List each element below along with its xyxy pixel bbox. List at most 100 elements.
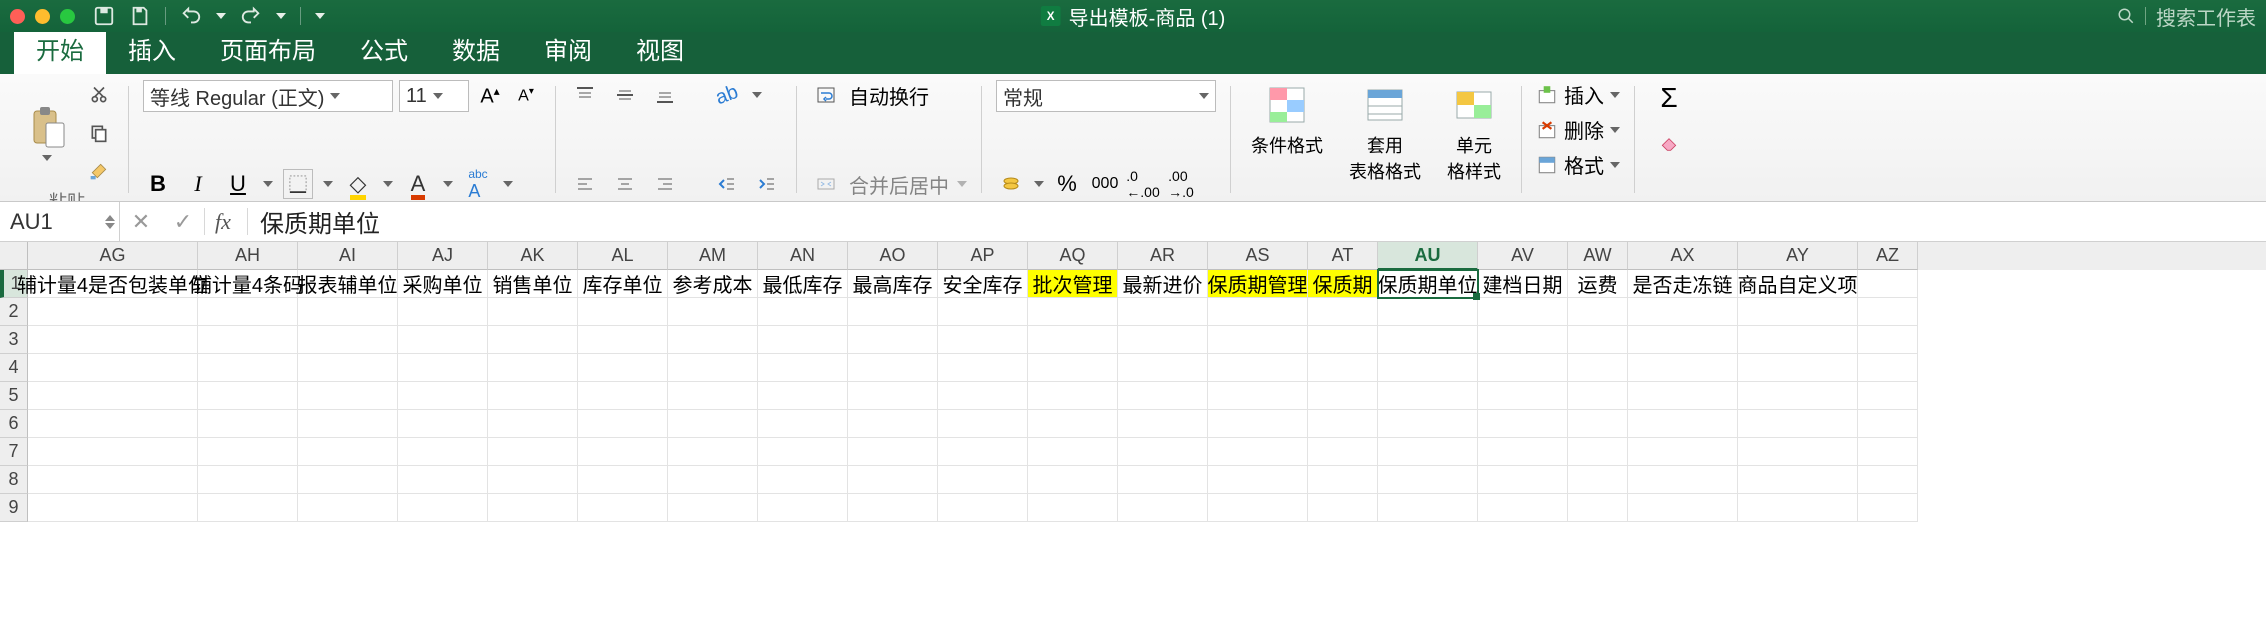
cell-AI7[interactable]	[298, 438, 398, 466]
cell-AG5[interactable]	[28, 382, 198, 410]
cell-AS7[interactable]	[1208, 438, 1308, 466]
col-header-AG[interactable]: AG	[28, 242, 198, 270]
cell-AU6[interactable]	[1378, 410, 1478, 438]
spreadsheet-grid[interactable]: AGAHAIAJAKALAMANAOAPAQARASATAUAVAWAXAYAZ…	[0, 242, 2266, 522]
cell-AW9[interactable]	[1568, 494, 1628, 522]
wrap-text-button[interactable]	[811, 80, 841, 110]
cut-button[interactable]	[84, 80, 114, 110]
cell-AG2[interactable]	[28, 298, 198, 326]
cell-AY4[interactable]	[1738, 354, 1858, 382]
cell-AO1[interactable]: 最高库存	[848, 270, 938, 298]
insert-function-button[interactable]: fx	[205, 202, 247, 241]
increase-font-button[interactable]: A▴	[475, 81, 505, 111]
increase-decimal-button[interactable]: .0←.00	[1128, 169, 1158, 199]
cell-AJ8[interactable]	[398, 466, 488, 494]
cell-AK9[interactable]	[488, 494, 578, 522]
cell-AU4[interactable]	[1378, 354, 1478, 382]
qat-customize-icon[interactable]	[315, 13, 325, 19]
cell-AR7[interactable]	[1118, 438, 1208, 466]
decrease-indent-button[interactable]	[712, 169, 742, 199]
cell-AY3[interactable]	[1738, 326, 1858, 354]
cell-AY2[interactable]	[1738, 298, 1858, 326]
cell-AO4[interactable]	[848, 354, 938, 382]
cell-AQ5[interactable]	[1028, 382, 1118, 410]
insert-cells-button[interactable]: 插入	[1536, 80, 1620, 109]
cell-AH3[interactable]	[198, 326, 298, 354]
cell-AX9[interactable]	[1628, 494, 1738, 522]
cell-AX3[interactable]	[1628, 326, 1738, 354]
row-header-6[interactable]: 6	[0, 410, 28, 438]
cell-AV6[interactable]	[1478, 410, 1568, 438]
cell-AV5[interactable]	[1478, 382, 1568, 410]
cell-AZ9[interactable]	[1858, 494, 1918, 522]
undo-dropdown-icon[interactable]	[216, 13, 226, 19]
format-cells-button[interactable]: 格式	[1536, 150, 1620, 179]
cell-AU9[interactable]	[1378, 494, 1478, 522]
cell-AZ2[interactable]	[1858, 298, 1918, 326]
cell-AQ8[interactable]	[1028, 466, 1118, 494]
cell-AN2[interactable]	[758, 298, 848, 326]
cell-AY9[interactable]	[1738, 494, 1858, 522]
col-header-AR[interactable]: AR	[1118, 242, 1208, 270]
cell-AQ1[interactable]: 批次管理	[1028, 270, 1118, 298]
cell-AT6[interactable]	[1308, 410, 1378, 438]
save-icon[interactable]	[129, 5, 151, 27]
cell-AU8[interactable]	[1378, 466, 1478, 494]
cell-AO9[interactable]	[848, 494, 938, 522]
col-header-AX[interactable]: AX	[1628, 242, 1738, 270]
cell-AT4[interactable]	[1308, 354, 1378, 382]
cell-AN7[interactable]	[758, 438, 848, 466]
cell-AI2[interactable]	[298, 298, 398, 326]
fill-color-button[interactable]: ◇	[343, 169, 373, 199]
cell-AR3[interactable]	[1118, 326, 1208, 354]
cell-AS4[interactable]	[1208, 354, 1308, 382]
align-right-button[interactable]	[650, 169, 680, 199]
orientation-dropdown-icon[interactable]	[752, 92, 762, 98]
format-painter-button[interactable]	[84, 156, 114, 186]
cell-AP9[interactable]	[938, 494, 1028, 522]
borders-button[interactable]	[283, 169, 313, 199]
cell-AV9[interactable]	[1478, 494, 1568, 522]
cell-AY7[interactable]	[1738, 438, 1858, 466]
cell-AR8[interactable]	[1118, 466, 1208, 494]
col-header-AL[interactable]: AL	[578, 242, 668, 270]
cell-AY5[interactable]	[1738, 382, 1858, 410]
cell-AQ7[interactable]	[1028, 438, 1118, 466]
col-header-AI[interactable]: AI	[298, 242, 398, 270]
tab-6[interactable]: 视图	[614, 25, 706, 74]
cell-AX4[interactable]	[1628, 354, 1738, 382]
col-header-AT[interactable]: AT	[1308, 242, 1378, 270]
align-bottom-button[interactable]	[650, 80, 680, 110]
cell-AS3[interactable]	[1208, 326, 1308, 354]
cell-AZ6[interactable]	[1858, 410, 1918, 438]
bold-button[interactable]: B	[143, 169, 173, 199]
col-header-AO[interactable]: AO	[848, 242, 938, 270]
cell-AL5[interactable]	[578, 382, 668, 410]
cell-AT5[interactable]	[1308, 382, 1378, 410]
cell-AJ4[interactable]	[398, 354, 488, 382]
cell-AP8[interactable]	[938, 466, 1028, 494]
font-size-dropdown[interactable]: 11	[399, 80, 469, 112]
cell-AQ6[interactable]	[1028, 410, 1118, 438]
cell-AW3[interactable]	[1568, 326, 1628, 354]
name-box[interactable]: AU1	[0, 202, 120, 241]
col-header-AU[interactable]: AU	[1378, 242, 1478, 270]
cell-AS9[interactable]	[1208, 494, 1308, 522]
cell-AN1[interactable]: 最低库存	[758, 270, 848, 298]
cell-AL3[interactable]	[578, 326, 668, 354]
align-center-button[interactable]	[610, 169, 640, 199]
paste-dropdown-icon[interactable]	[42, 155, 52, 161]
orientation-button[interactable]: ab	[712, 80, 742, 110]
cell-AN3[interactable]	[758, 326, 848, 354]
enter-formula-button[interactable]: ✓	[162, 202, 204, 241]
align-middle-button[interactable]	[610, 80, 640, 110]
increase-indent-button[interactable]	[752, 169, 782, 199]
redo-dropdown-icon[interactable]	[276, 13, 286, 19]
font-name-dropdown[interactable]: 等线 Regular (正文)	[143, 80, 393, 112]
cell-AZ1[interactable]	[1858, 270, 1918, 298]
col-header-AS[interactable]: AS	[1208, 242, 1308, 270]
cell-AW4[interactable]	[1568, 354, 1628, 382]
cell-AV1[interactable]: 建档日期	[1478, 270, 1568, 298]
col-header-AZ[interactable]: AZ	[1858, 242, 1918, 270]
cell-AJ3[interactable]	[398, 326, 488, 354]
